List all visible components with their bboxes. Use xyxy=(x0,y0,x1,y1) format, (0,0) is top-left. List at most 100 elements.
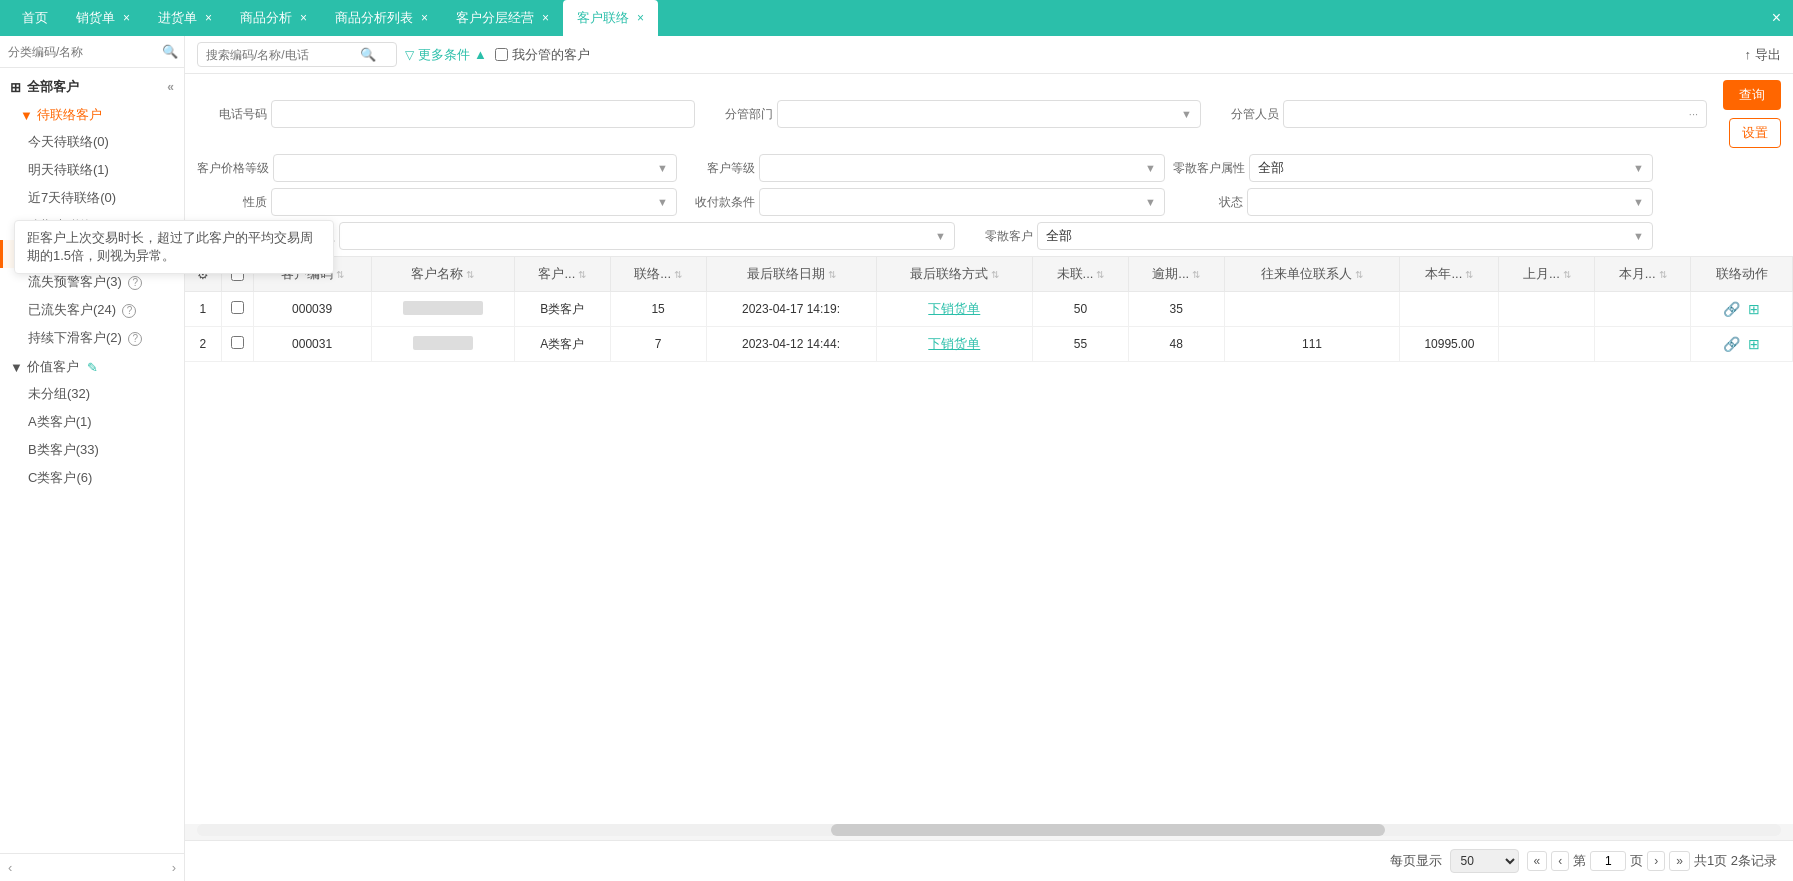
table-row: 2 000031 A类客户 7 2023-04-12 14:44: 下销货单 xyxy=(185,327,1793,362)
dept-select[interactable]: ▼ xyxy=(777,100,1201,128)
setting-button[interactable]: 设置 xyxy=(1729,118,1781,148)
row1-checkbox-cell[interactable] xyxy=(221,292,253,327)
col-this-month-sort[interactable]: ⇅ xyxy=(1659,269,1667,280)
declining-info-icon: ? xyxy=(128,332,142,346)
nav-customer-contact[interactable]: 客户联络 × xyxy=(563,0,658,36)
sidebar-search-icon[interactable]: 🔍 xyxy=(162,44,178,59)
customer-type-select[interactable]: ▼ xyxy=(339,222,955,250)
col-uncontacted-header: 未联... ⇅ xyxy=(1033,257,1129,292)
gender-select[interactable]: ▼ xyxy=(271,188,677,216)
row1-last-method-link[interactable]: 下销货单 xyxy=(928,301,980,316)
payment-select[interactable]: ▼ xyxy=(759,188,1165,216)
status-label: 状态 xyxy=(1173,194,1243,211)
sidebar-pending-group[interactable]: ▼ 待联络客户 xyxy=(0,102,184,128)
window-close-icon[interactable]: × xyxy=(1772,9,1781,27)
nav-analysis-list-close[interactable]: × xyxy=(421,0,428,36)
nav-sales[interactable]: 销货单 × xyxy=(62,0,144,36)
nav-analysis-close[interactable]: × xyxy=(300,0,307,36)
sidebar-item-c-class[interactable]: C类客户(6) xyxy=(0,464,184,492)
prev-page-btn[interactable]: ‹ xyxy=(1551,851,1569,871)
first-page-btn[interactable]: « xyxy=(1527,851,1548,871)
value-edit-icon[interactable]: ✎ xyxy=(87,360,98,375)
nav-customer-segment[interactable]: 客户分层经营 × xyxy=(442,0,563,36)
sidebar-prev-icon[interactable]: ‹ xyxy=(8,860,12,875)
person-chevron: ··· xyxy=(1689,108,1698,120)
7days-label: 近7天待联络(0) xyxy=(28,190,116,205)
scrollbar-thumb[interactable] xyxy=(831,824,1385,836)
nav-purchase-close[interactable]: × xyxy=(205,0,212,36)
nav-purchase[interactable]: 进货单 × xyxy=(144,0,226,36)
col-contact-count-label: 联络... xyxy=(634,265,671,283)
col-contact-count-header: 联络... ⇅ xyxy=(610,257,706,292)
sidebar-item-tomorrow[interactable]: 明天待联络(1) xyxy=(0,156,184,184)
phone-input[interactable] xyxy=(271,100,695,128)
col-overdue-sort[interactable]: ⇅ xyxy=(1192,269,1200,280)
more-conditions-label: 更多条件 xyxy=(418,46,470,64)
nav-customer-contact-close[interactable]: × xyxy=(637,0,644,36)
row1-link-icon[interactable]: 🔗 xyxy=(1723,301,1740,317)
page-input[interactable] xyxy=(1590,851,1626,871)
nav-sales-close[interactable]: × xyxy=(123,0,130,36)
row2-grid-icon[interactable]: ⊞ xyxy=(1748,336,1760,352)
retail-customer-select[interactable]: 全部 ▼ xyxy=(1037,222,1653,250)
row1-grid-icon[interactable]: ⊞ xyxy=(1748,301,1760,317)
customer-grade-select[interactable]: ▼ xyxy=(759,154,1165,182)
col-last-month-sort[interactable]: ⇅ xyxy=(1563,269,1571,280)
nav-home[interactable]: 首页 xyxy=(8,0,62,36)
my-customers-checkbox[interactable] xyxy=(495,48,508,61)
row2-last-method[interactable]: 下销货单 xyxy=(876,327,1033,362)
col-code-sort[interactable]: ⇅ xyxy=(336,269,344,280)
today-label: 今天待联络(0) xyxy=(28,134,109,149)
row2-checkbox-cell[interactable] xyxy=(221,327,253,362)
gender-label: 性质 xyxy=(197,194,267,211)
col-last-method-sort[interactable]: ⇅ xyxy=(991,269,999,280)
nav-customer-segment-close[interactable]: × xyxy=(542,0,549,36)
page-end-label: 页 xyxy=(1630,852,1643,870)
per-page-select[interactable]: 50 100 200 xyxy=(1450,849,1519,873)
row1-contact-count: 15 xyxy=(610,292,706,327)
sidebar-all-customers[interactable]: ⊞ 全部客户 « xyxy=(0,72,184,102)
col-contact-count-sort[interactable]: ⇅ xyxy=(674,269,682,280)
status-select[interactable]: ▼ xyxy=(1247,188,1653,216)
nav-analysis[interactable]: 商品分析 × xyxy=(226,0,321,36)
person-select[interactable]: ··· xyxy=(1283,100,1707,128)
main-search-icon[interactable]: 🔍 xyxy=(360,47,376,62)
row2-checkbox[interactable] xyxy=(231,336,244,349)
retail-attr-select[interactable]: 全部 ▼ xyxy=(1249,154,1653,182)
col-person-header: 往来单位联系人 ⇅ xyxy=(1224,257,1400,292)
col-last-month-label: 上月... xyxy=(1523,265,1560,283)
nav-analysis-list[interactable]: 商品分析列表 × xyxy=(321,0,442,36)
col-this-year-sort[interactable]: ⇅ xyxy=(1465,269,1473,280)
col-uncontacted-sort[interactable]: ⇅ xyxy=(1096,269,1104,280)
main-search-input[interactable] xyxy=(206,48,356,62)
collapse-icon[interactable]: « xyxy=(167,80,174,94)
export-btn[interactable]: ↑ 导出 xyxy=(1745,46,1782,64)
more-conditions-btn[interactable]: ▽ 更多条件 ▲ xyxy=(405,46,487,64)
sidebar-item-7days[interactable]: 近7天待联络(0) xyxy=(0,184,184,212)
last-page-btn[interactable]: » xyxy=(1669,851,1690,871)
sidebar-item-declining[interactable]: 持续下滑客户(2) ? xyxy=(0,324,184,352)
col-name-sort[interactable]: ⇅ xyxy=(466,269,474,280)
query-button[interactable]: 查询 xyxy=(1723,80,1781,110)
row1-this-month xyxy=(1595,292,1691,327)
col-type-sort[interactable]: ⇅ xyxy=(578,269,586,280)
row2-link-icon[interactable]: 🔗 xyxy=(1723,336,1740,352)
sidebar-value-group[interactable]: ▼ 价值客户 ✎ xyxy=(0,352,184,380)
sidebar-search-input[interactable] xyxy=(8,45,158,59)
next-page-btn[interactable]: › xyxy=(1647,851,1665,871)
sidebar-item-ungrouped[interactable]: 未分组(32) xyxy=(0,380,184,408)
col-last-date-sort[interactable]: ⇅ xyxy=(828,269,836,280)
sidebar-next-icon[interactable]: › xyxy=(172,860,176,875)
row2-last-method-link[interactable]: 下销货单 xyxy=(928,336,980,351)
sidebar-item-already-lost[interactable]: 已流失客户(24) ? xyxy=(0,296,184,324)
sidebar-item-today[interactable]: 今天待联络(0) xyxy=(0,128,184,156)
row1-checkbox[interactable] xyxy=(231,301,244,314)
price-grade-select[interactable]: ▼ xyxy=(273,154,677,182)
sidebar-item-a-class[interactable]: A类客户(1) xyxy=(0,408,184,436)
row1-last-method[interactable]: 下销货单 xyxy=(876,292,1033,327)
col-this-month-header: 本月... ⇅ xyxy=(1595,257,1691,292)
col-person-sort[interactable]: ⇅ xyxy=(1355,269,1363,280)
horizontal-scrollbar[interactable] xyxy=(197,824,1781,836)
sidebar-item-b-class[interactable]: B类客户(33) xyxy=(0,436,184,464)
all-customers-label: 全部客户 xyxy=(27,78,79,96)
